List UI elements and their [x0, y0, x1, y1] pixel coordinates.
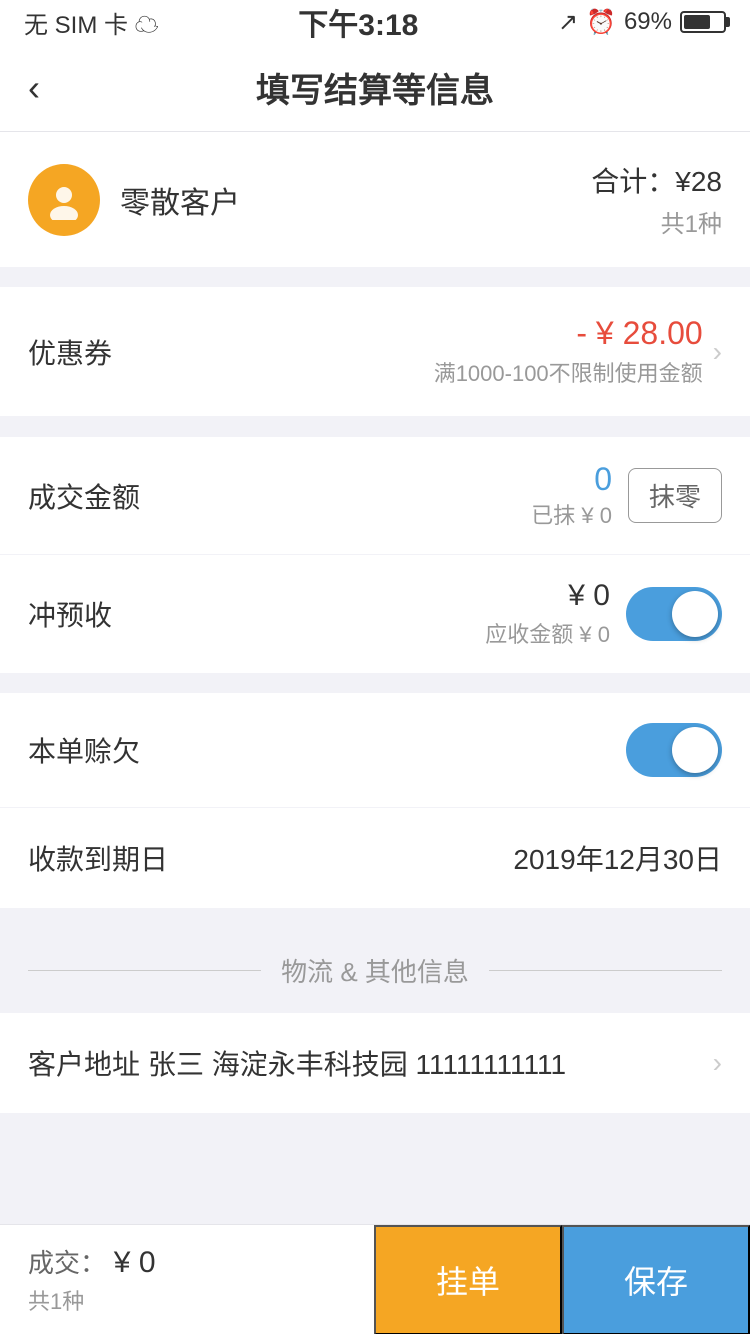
prepay-right: ¥ 0 应收金额 ¥ 0 — [485, 579, 722, 649]
prepay-amount: ¥ 0 — [485, 579, 610, 613]
logistics-title: 物流 & 其他信息 — [281, 952, 469, 989]
coupon-section: 优惠券 - ¥ 28.00 满1000-100不限制使用金额 › — [0, 287, 750, 417]
bottom-count: 共1种 — [28, 1284, 346, 1316]
logistics-line-left — [28, 970, 261, 971]
status-bar: 无 SIM 卡 ☁ 下午3:18 ↗ ⏰ 69% — [0, 0, 750, 44]
customer-left: 零散客户 — [28, 164, 240, 236]
prepay-values: ¥ 0 应收金额 ¥ 0 — [485, 579, 610, 649]
prepay-label: 冲预收 — [28, 594, 112, 634]
debt-toggle-knob — [672, 727, 718, 773]
prepay-row: 冲预收 ¥ 0 应收金额 ¥ 0 — [0, 555, 750, 673]
customer-section: 零散客户 合计：¥28 共1种 — [0, 132, 750, 267]
transaction-section: 成交金额 0 已抹 ¥ 0 抹零 冲预收 ¥ 0 应收金额 ¥ 0 — [0, 437, 750, 673]
battery-icon — [680, 11, 726, 33]
debt-toggle[interactable] — [626, 723, 722, 777]
customer-total: 合计：¥28 — [591, 160, 722, 200]
logistics-header: 物流 & 其他信息 — [0, 928, 750, 1013]
bottom-bar: 成交： ¥ 0 共1种 挂单 保存 — [0, 1224, 750, 1334]
coupon-label: 优惠券 — [28, 332, 112, 372]
address-label: 客户地址 — [28, 1043, 148, 1083]
bottom-deal-amount: ¥ 0 — [114, 1246, 156, 1279]
customer-avatar — [28, 164, 100, 236]
page-title: 填写结算等信息 — [256, 63, 494, 112]
debt-section: 本单赊欠 收款到期日 2019年12月30日 — [0, 693, 750, 908]
nav-bar: ‹ 填写结算等信息 — [0, 44, 750, 132]
status-right: ↗ ⏰ 69% — [558, 8, 726, 37]
bottom-info: 成交： ¥ 0 共1种 — [0, 1243, 374, 1316]
address-chevron-icon: › — [713, 1047, 722, 1079]
prepay-toggle[interactable] — [626, 587, 722, 641]
deal-amount-row: 成交金额 0 已抹 ¥ 0 抹零 — [0, 437, 750, 555]
address-value: 张三 海淀永丰科技园 11111111111 — [148, 1043, 703, 1083]
coupon-amount: - ¥ 28.00 — [434, 315, 703, 352]
deal-amount-right: 0 已抹 ¥ 0 抹零 — [531, 461, 722, 530]
customer-name: 零散客户 — [120, 178, 240, 222]
due-date-value[interactable]: 2019年12月30日 — [513, 838, 722, 878]
pending-button[interactable]: 挂单 — [374, 1225, 562, 1334]
coupon-desc: 满1000-100不限制使用金额 — [434, 356, 703, 388]
already-rounded-text: 已抹 ¥ 0 — [531, 498, 612, 530]
customer-summary: 合计：¥28 共1种 — [591, 160, 722, 239]
address-row[interactable]: 客户地址 张三 海淀永丰科技园 11111111111 › — [0, 1013, 750, 1114]
round-button[interactable]: 抹零 — [628, 468, 722, 523]
alarm-icon: ⏰ — [586, 8, 616, 37]
due-date-row: 收款到期日 2019年12月30日 — [0, 808, 750, 908]
customer-count: 共1种 — [591, 204, 722, 239]
coupon-value: - ¥ 28.00 满1000-100不限制使用金额 — [434, 315, 703, 388]
back-button[interactable]: ‹ — [28, 67, 40, 109]
coupon-row[interactable]: 优惠券 - ¥ 28.00 满1000-100不限制使用金额 › — [0, 287, 750, 417]
coupon-chevron-icon: › — [713, 336, 722, 368]
deal-amount-value[interactable]: 0 — [531, 461, 612, 498]
status-left: 无 SIM 卡 ☁ — [24, 5, 159, 40]
prepay-receivable: 应收金额 ¥ 0 — [485, 617, 610, 649]
debt-label: 本单赊欠 — [28, 730, 140, 770]
logistics-line-right — [489, 970, 722, 971]
address-section: 客户地址 张三 海淀永丰科技园 11111111111 › — [0, 1013, 750, 1114]
debt-row: 本单赊欠 — [0, 693, 750, 808]
due-date-label: 收款到期日 — [28, 838, 168, 878]
battery-percent: 69% — [624, 8, 672, 36]
location-icon: ↗ — [558, 8, 578, 37]
toggle-knob — [672, 591, 718, 637]
status-time: 下午3:18 — [298, 0, 418, 44]
coupon-right: - ¥ 28.00 满1000-100不限制使用金额 › — [434, 315, 722, 388]
bottom-deal-label: 成交： — [28, 1248, 106, 1278]
save-button[interactable]: 保存 — [562, 1225, 750, 1334]
deal-amount-label: 成交金额 — [28, 476, 140, 516]
no-sim-text: 无 SIM 卡 ☁ — [24, 5, 159, 40]
bottom-deal-row: 成交： ¥ 0 — [28, 1243, 346, 1280]
